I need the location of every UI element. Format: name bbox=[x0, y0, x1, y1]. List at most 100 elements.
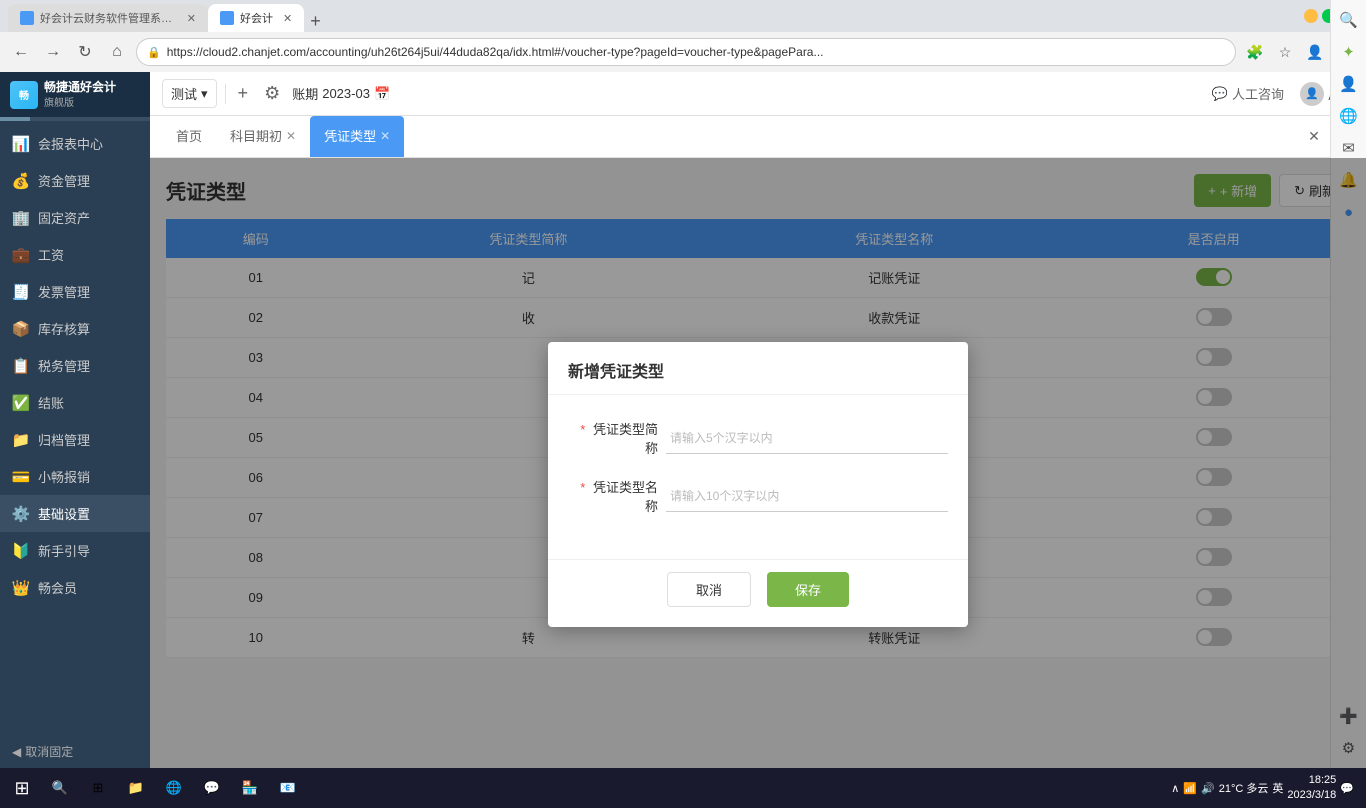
taskbar-wechat[interactable]: 💬 bbox=[194, 770, 230, 806]
taskbar-explorer[interactable]: 📁 bbox=[118, 770, 154, 806]
address-bar[interactable]: 🔒 https://cloud2.chanjet.com/accounting/… bbox=[136, 38, 1236, 66]
float-user-btn[interactable]: 👤 bbox=[1335, 70, 1363, 98]
tab-subject-label: 科目期初 bbox=[230, 126, 282, 145]
sidebar-label-assets: 固定资产 bbox=[38, 208, 90, 227]
sidebar-header: 畅 畅捷通好会计 旗舰版 bbox=[0, 72, 150, 117]
float-search-btn[interactable]: 🔍 bbox=[1335, 6, 1363, 34]
extensions-button[interactable]: 🧩 bbox=[1242, 39, 1268, 65]
network-icon: 📶 bbox=[1183, 782, 1197, 795]
short-input[interactable] bbox=[666, 422, 948, 454]
voucher-page: 凭证类型 + + 新增 ↻ 刷新 bbox=[150, 158, 1366, 768]
sidebar-item-invoice[interactable]: 🧾 发票管理 bbox=[0, 273, 150, 310]
start-button[interactable]: ⊞ bbox=[4, 770, 40, 806]
taskbar-search[interactable]: 🔍 bbox=[42, 770, 78, 806]
sidebar-logo: 畅 bbox=[10, 81, 38, 109]
name-input[interactable] bbox=[666, 480, 948, 512]
dialog-footer: 取消 保存 bbox=[548, 559, 968, 627]
tab-voucher-label: 凭证类型 bbox=[324, 126, 376, 145]
footer-cancel-label: 取消固定 bbox=[25, 743, 73, 760]
sidebar-item-archive[interactable]: 📁 归档管理 bbox=[0, 421, 150, 458]
period-value: 2023-03 bbox=[322, 86, 370, 101]
sidebar-footer[interactable]: ◀ 取消固定 bbox=[0, 735, 150, 768]
new-tab-button[interactable]: + bbox=[304, 11, 327, 32]
tab-nav: 首页 科目期初 ✕ 凭证类型 ✕ ✕ ⛶ bbox=[150, 116, 1366, 158]
tab-voucher-close[interactable]: ✕ bbox=[380, 129, 390, 143]
consult-button[interactable]: 💬 人工咨询 bbox=[1204, 80, 1292, 107]
forward-button[interactable]: → bbox=[40, 39, 66, 65]
sidebar-item-settle[interactable]: ✅ 结账 bbox=[0, 384, 150, 421]
sidebar-subtitle: 旗舰版 bbox=[44, 94, 116, 109]
sidebar-item-guide[interactable]: 🔰 新手引导 bbox=[0, 532, 150, 569]
sidebar-title: 畅捷通好会计 bbox=[44, 80, 116, 94]
sidebar-item-salary[interactable]: 💼 工资 bbox=[0, 236, 150, 273]
url-text: https://cloud2.chanjet.com/accounting/uh… bbox=[167, 45, 1225, 59]
minimize-button[interactable] bbox=[1304, 9, 1318, 23]
tab-home-label: 首页 bbox=[176, 126, 202, 145]
weather-text: 21°C 多云 bbox=[1219, 783, 1269, 795]
tab-close-1[interactable]: ✕ bbox=[187, 12, 196, 25]
period-info: 账期 2023-03 📅 bbox=[292, 84, 390, 103]
sidebar-label-guide: 新手引导 bbox=[38, 541, 90, 560]
invoice-icon: 🧾 bbox=[12, 283, 30, 301]
taskbar-store[interactable]: 🏪 bbox=[232, 770, 268, 806]
sidebar-item-inventory[interactable]: 📦 库存核算 bbox=[0, 310, 150, 347]
company-name: 测试 bbox=[171, 84, 197, 103]
bookmark-button[interactable]: ☆ bbox=[1272, 39, 1298, 65]
calendar-icon: 📅 bbox=[374, 86, 390, 102]
company-selector[interactable]: 测试 ▾ bbox=[162, 79, 217, 108]
user-avatar: 👤 bbox=[1300, 82, 1324, 106]
refresh-button[interactable]: ↻ bbox=[72, 39, 98, 65]
archive-icon: 📁 bbox=[12, 431, 30, 449]
float-globe-btn[interactable]: 🌐 bbox=[1335, 102, 1363, 130]
sidebar-item-tax[interactable]: 📋 税务管理 bbox=[0, 347, 150, 384]
inventory-icon: 📦 bbox=[12, 320, 30, 338]
salary-icon: 💼 bbox=[12, 246, 30, 264]
required-star-1: * bbox=[580, 422, 585, 437]
pin-icon: ◀ bbox=[12, 745, 21, 759]
consult-label: 人工咨询 bbox=[1232, 84, 1284, 103]
short-label: * 凭证类型简称 bbox=[568, 419, 658, 457]
sidebar-item-reports[interactable]: 📊 会报表中心 bbox=[0, 125, 150, 162]
tab-subject[interactable]: 科目期初 ✕ bbox=[216, 116, 310, 157]
tab-home[interactable]: 首页 bbox=[162, 116, 216, 157]
expense-icon: 💳 bbox=[12, 468, 30, 486]
sidebar-label-invoice: 发票管理 bbox=[38, 282, 90, 301]
save-button[interactable]: 保存 bbox=[767, 572, 849, 607]
sidebar-item-funds[interactable]: 💰 资金管理 bbox=[0, 162, 150, 199]
tab-close-2[interactable]: ✕ bbox=[283, 12, 292, 25]
main-area: 测试 ▾ + ⚙ 账期 2023-03 📅 💬 人工咨询 👤 用友 bbox=[150, 72, 1366, 768]
tax-icon: 📋 bbox=[12, 357, 30, 375]
reports-icon: 📊 bbox=[12, 135, 30, 153]
taskbar-clock[interactable]: 18:25 2023/3/18 bbox=[1287, 773, 1336, 804]
dialog-overlay: 新增凭证类型 * 凭证类型简称 bbox=[150, 158, 1366, 768]
tab-voucher-type[interactable]: 凭证类型 ✕ bbox=[310, 116, 404, 157]
sidebar-item-settings[interactable]: ⚙️ 基础设置 bbox=[0, 495, 150, 532]
home-button[interactable]: ⌂ bbox=[104, 39, 130, 65]
consult-icon: 💬 bbox=[1212, 86, 1228, 102]
float-star-btn[interactable]: ✦ bbox=[1335, 38, 1363, 66]
member-icon: 👑 bbox=[12, 579, 30, 597]
sidebar-item-assets[interactable]: 🏢 固定资产 bbox=[0, 199, 150, 236]
sidebar-label-funds: 资金管理 bbox=[38, 171, 90, 190]
tab-subject-close[interactable]: ✕ bbox=[286, 129, 296, 143]
panel-close-button[interactable]: ✕ bbox=[1302, 125, 1326, 149]
sidebar-item-member[interactable]: 👑 畅会员 bbox=[0, 569, 150, 606]
taskbar-email[interactable]: 📧 bbox=[270, 770, 306, 806]
add-company-button[interactable]: + bbox=[234, 79, 253, 108]
back-button[interactable]: ← bbox=[8, 39, 34, 65]
cancel-button[interactable]: 取消 bbox=[667, 572, 751, 607]
sidebar-item-expense[interactable]: 💳 小畅报销 bbox=[0, 458, 150, 495]
sidebar-label-archive: 归档管理 bbox=[38, 430, 90, 449]
app-header: 测试 ▾ + ⚙ 账期 2023-03 📅 💬 人工咨询 👤 用友 bbox=[150, 72, 1366, 116]
notification-center[interactable]: 💬 bbox=[1340, 782, 1354, 795]
sidebar: 畅 畅捷通好会计 旗舰版 📊 会报表中心 💰 资金管理 🏢 固定资产 bbox=[0, 72, 150, 768]
browser-tab-2[interactable]: 好会计 ✕ bbox=[208, 4, 304, 32]
settings-button[interactable]: ⚙ bbox=[260, 79, 284, 108]
name-label: * 凭证类型名称 bbox=[568, 477, 658, 515]
browser-tab-1[interactable]: 好会计云财务软件管理系统_会计 ✕ bbox=[8, 4, 208, 32]
taskbar-edge[interactable]: 🌐 bbox=[156, 770, 192, 806]
system-tray: ∧ 📶 🔊 21°C 多云 英 18:25 2023/3/18 💬 bbox=[1163, 773, 1362, 804]
profile-button[interactable]: 👤 bbox=[1302, 39, 1328, 65]
sidebar-label-tax: 税务管理 bbox=[38, 356, 90, 375]
taskbar-task-view[interactable]: ⊞ bbox=[80, 770, 116, 806]
